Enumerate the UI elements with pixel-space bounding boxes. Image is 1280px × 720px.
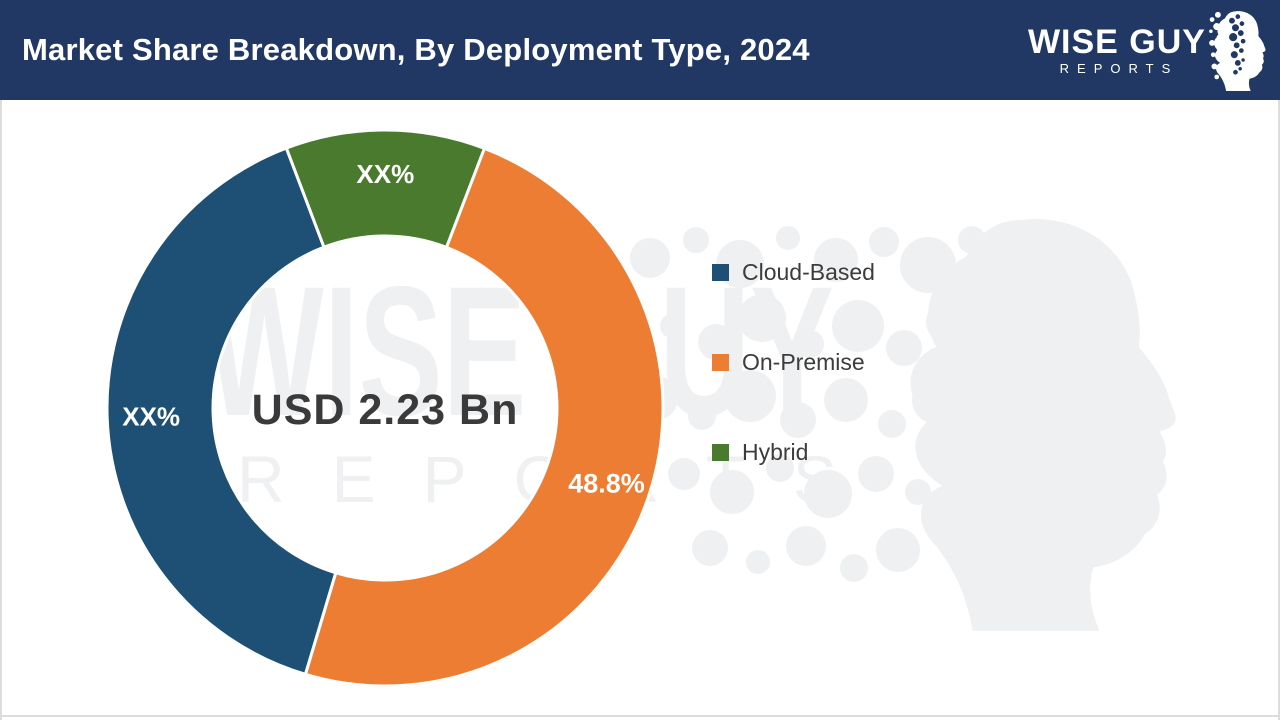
legend: Cloud-Based On-Premise Hybrid <box>712 259 875 466</box>
decorative-dot <box>1238 66 1242 71</box>
chart-area <box>0 100 1280 720</box>
legend-item-hybrid: Hybrid <box>712 439 875 466</box>
decorative-dot <box>1214 11 1221 18</box>
decorative-dot <box>1231 24 1239 32</box>
header: Market Share Breakdown, By Deployment Ty… <box>0 0 1280 100</box>
legend-label: Cloud-Based <box>742 259 875 285</box>
legend-label: Hybrid <box>742 439 809 465</box>
logo-face-icon <box>1209 11 1266 91</box>
decorative-dot <box>1235 14 1241 19</box>
decorative-dot <box>1239 48 1244 53</box>
decorative-dot <box>1209 29 1213 34</box>
logo-subtext: REPORTS <box>1059 61 1179 76</box>
bottom-divider <box>2 715 1278 717</box>
decorative-dot <box>1237 30 1244 36</box>
decorative-dot <box>1229 17 1235 24</box>
legend-item-on-premise: On-Premise <box>712 349 875 376</box>
decorative-dot <box>1233 69 1238 75</box>
legend-swatch-on-premise <box>712 354 729 371</box>
legend-label: On-Premise <box>742 349 865 375</box>
decorative-dot <box>1229 33 1238 42</box>
decorative-dot <box>1240 38 1246 44</box>
decorative-dot <box>1214 74 1220 80</box>
legend-swatch-cloud-based <box>712 264 729 281</box>
decorative-dot <box>1234 59 1241 66</box>
decorative-dot <box>1239 21 1245 26</box>
decorative-dot <box>1241 58 1245 62</box>
decorative-dot <box>1230 51 1238 59</box>
decorative-dot <box>1210 52 1216 58</box>
legend-item-cloud-based: Cloud-Based <box>712 259 875 286</box>
legend-swatch-hybrid <box>712 444 729 461</box>
logo-text: WISE GUY REPORTS <box>1028 24 1206 76</box>
logo-wordmark: WISE GUY <box>1027 23 1206 61</box>
page: Market Share Breakdown, By Deployment Ty… <box>0 0 1280 720</box>
page-title: Market Share Breakdown, By Deployment Ty… <box>22 32 810 67</box>
wise-guy-logo: WISE GUY REPORTS <box>1028 9 1270 91</box>
decorative-dot <box>1209 17 1215 22</box>
decorative-dot <box>1233 42 1240 49</box>
